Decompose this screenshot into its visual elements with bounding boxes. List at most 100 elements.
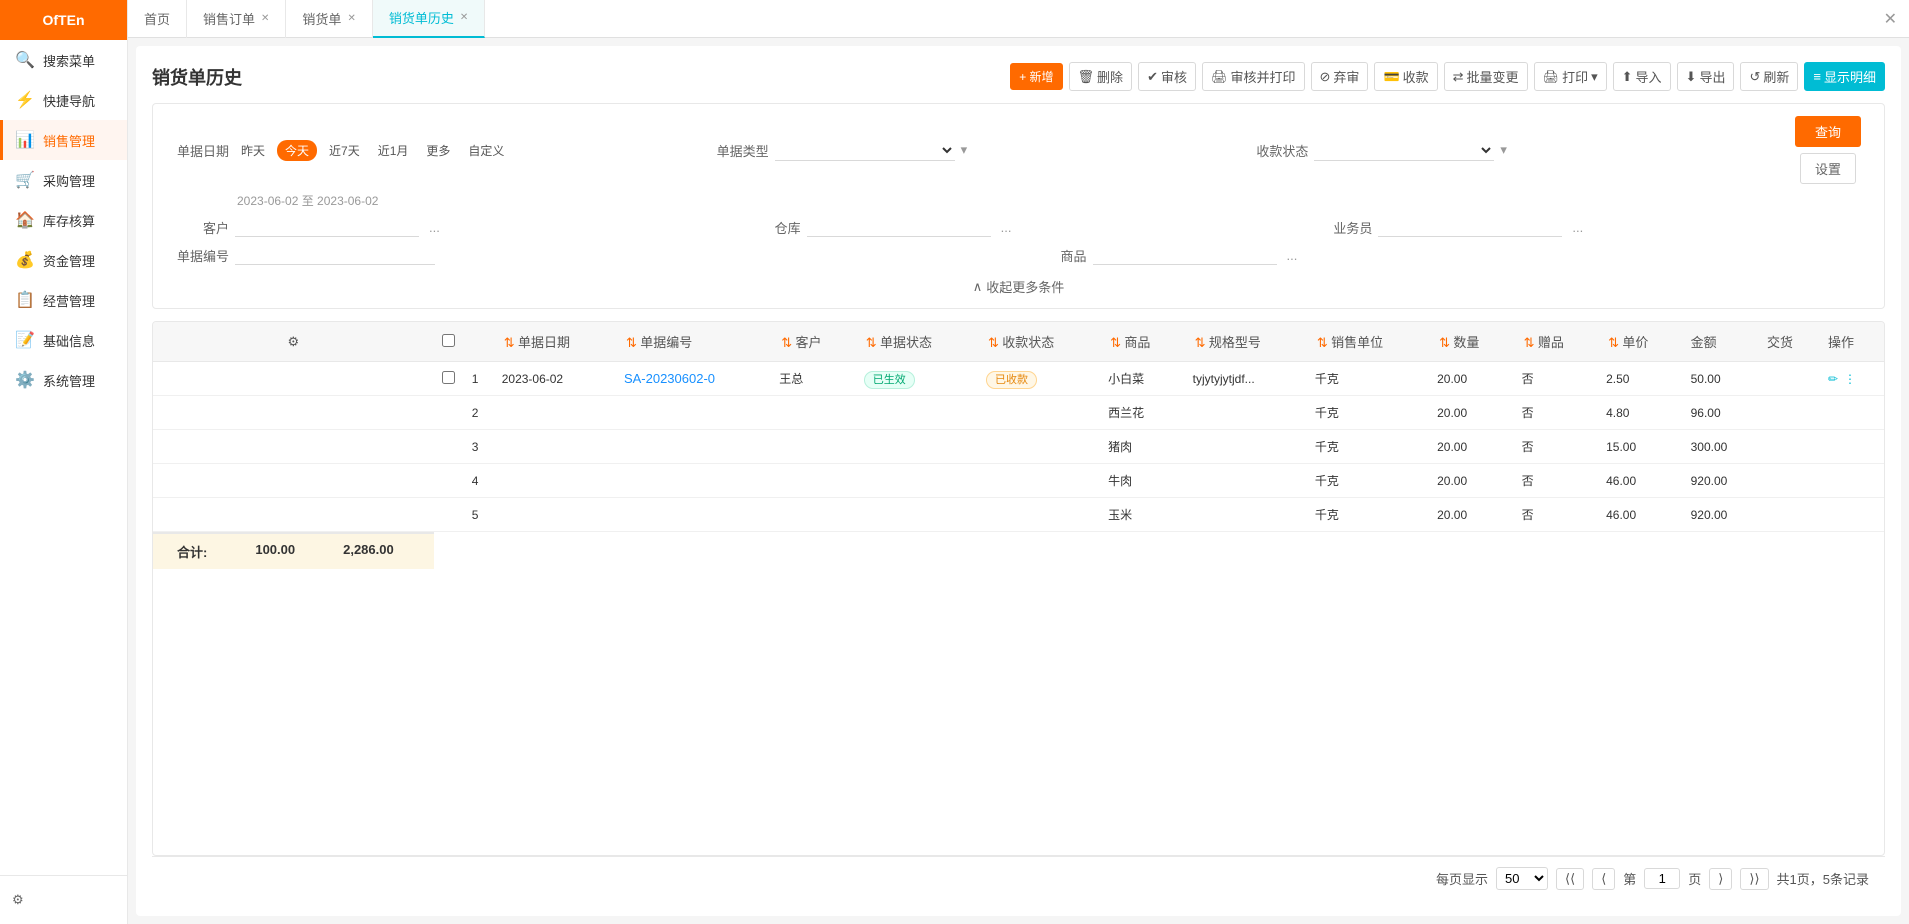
sidebar-item-sales-mgmt[interactable]: 📊 销售管理 [0, 120, 127, 160]
filter-doctype-select[interactable] [775, 139, 955, 161]
table-header-quantity[interactable]: ⇅ 数量 [1429, 322, 1514, 362]
filter-collection-status-select[interactable] [1314, 139, 1494, 161]
pagination-prev-btn[interactable]: ⟨ [1592, 868, 1615, 890]
sidebar-bottom-item-1[interactable]: ⚙ [0, 884, 127, 916]
date-btn-yesterday[interactable]: 昨天 [235, 140, 271, 161]
sidebar-item-quick-nav[interactable]: ⚡ 快捷导航 [0, 80, 127, 120]
table-header-docstatus[interactable]: ⇅ 单据状态 [856, 322, 978, 362]
table-header-rowno [464, 322, 494, 362]
table-header-unit[interactable]: ⇅ 销售单位 [1307, 322, 1429, 362]
sidebar-item-search-menu[interactable]: 🔍 搜索菜单 [0, 40, 127, 80]
pagination-next-btn[interactable]: ⟩ [1709, 868, 1732, 890]
row-docno[interactable]: SA-20230602-0 [616, 362, 771, 396]
page-size-select[interactable]: 50 100 200 [1496, 867, 1548, 890]
row-gear [153, 362, 434, 396]
filter-row-3: 单据编号 商品 ... [169, 245, 1868, 265]
sidebar-item-base-info[interactable]: 📝 基础信息 [0, 320, 127, 360]
filter-warehouse-input[interactable] [807, 217, 991, 237]
date-btn-1month[interactable]: 近1月 [372, 140, 415, 161]
print-button[interactable]: 🖨 打印 ▾ [1534, 62, 1607, 91]
filter-collapse-btn[interactable]: ∧ 收起更多条件 [973, 277, 1065, 296]
sidebar-item-finance-mgmt[interactable]: 💰 资金管理 [0, 240, 127, 280]
row-gear [153, 498, 434, 532]
date-btn-today[interactable]: 今天 [277, 140, 317, 161]
filter-row-1: 单据日期 昨天 今天 近7天 近1月 更多 自定义 单据类型 ▾ [169, 116, 1868, 184]
setting-button[interactable]: 设置 [1800, 153, 1856, 184]
date-btn-more[interactable]: 更多 [420, 140, 456, 161]
edit-action-btn[interactable]: ✏ [1828, 372, 1838, 386]
pagination-last-btn[interactable]: ⟩⟩ [1740, 868, 1768, 890]
table-header-settings[interactable]: ⚙ [153, 322, 434, 362]
filter-salesperson-ellipsis[interactable]: ... [1568, 220, 1587, 235]
refresh-icon: ↺ [1749, 69, 1760, 85]
show-detail-button[interactable]: ≡ 显示明细 [1804, 62, 1885, 91]
table-header-customer[interactable]: ⇅ 客户 [771, 322, 856, 362]
refresh-button[interactable]: ↺ 刷新 [1740, 62, 1798, 91]
filter-date-group: 单据日期 昨天 今天 近7天 近1月 更多 自定义 [169, 140, 693, 161]
table-header-unitprice[interactable]: ⇅ 单价 [1598, 322, 1683, 362]
tab-sales-order[interactable]: 销售订单 ✕ [187, 0, 286, 38]
table-header-docno[interactable]: ⇅ 单据编号 [616, 322, 771, 362]
row-checkbox-cell[interactable] [434, 430, 464, 464]
table-header-date[interactable]: ⇅ 单据日期 [494, 322, 616, 362]
row-checkbox-cell[interactable] [434, 464, 464, 498]
collect-button[interactable]: 💳 收款 [1374, 62, 1437, 91]
table-header-checkbox[interactable] [434, 322, 464, 362]
doc-no-link[interactable]: SA-20230602-0 [624, 371, 715, 386]
row-deal [1759, 498, 1820, 532]
filter-warehouse-ellipsis[interactable]: ... [997, 220, 1016, 235]
row-collection-status: 已收款 [978, 362, 1100, 396]
row-checkbox-cell[interactable] [434, 362, 464, 396]
tab-home[interactable]: 首页 [128, 0, 187, 38]
row-unit: 千克 [1307, 396, 1429, 430]
filter-salesperson-label: 业务员 [1312, 218, 1372, 237]
row-docno[interactable] [616, 498, 771, 532]
tab-sales-order-close[interactable]: ✕ [261, 13, 269, 24]
filter-goods-input[interactable] [1093, 245, 1277, 265]
query-button[interactable]: 查询 [1795, 116, 1861, 147]
tab-sales-delivery[interactable]: 销货单 ✕ [286, 0, 372, 38]
batch-change-button[interactable]: ⇄ 批量变更 [1444, 62, 1528, 91]
sidebar-item-inventory[interactable]: 🏠 库存核算 [0, 200, 127, 240]
filter-docno-input[interactable] [235, 245, 435, 265]
sidebar-item-ops-mgmt[interactable]: 📋 经营管理 [0, 280, 127, 320]
table-select-all-checkbox[interactable] [442, 334, 455, 347]
new-button[interactable]: + 新增 [1010, 63, 1062, 90]
table-header-collectionstatus[interactable]: ⇅ 收款状态 [978, 322, 1100, 362]
page-number-input[interactable] [1644, 868, 1680, 889]
more-action-btn[interactable]: ⋮ [1844, 372, 1856, 386]
filter-customer-ellipsis[interactable]: ... [425, 220, 444, 235]
filter-customer-label: 客户 [169, 218, 229, 237]
row-docno[interactable] [616, 430, 771, 464]
date-btn-7days[interactable]: 近7天 [323, 140, 366, 161]
row-goods: 西兰花 [1100, 396, 1185, 430]
review-print-button[interactable]: 🖨 审核并打印 [1202, 62, 1305, 91]
tab-sales-history-close[interactable]: ✕ [460, 12, 468, 23]
row-checkbox-cell[interactable] [434, 498, 464, 532]
sidebar-item-purchase-mgmt[interactable]: 🛒 采购管理 [0, 160, 127, 200]
filter-customer-input[interactable] [235, 217, 419, 237]
review-button[interactable]: ✔ 审核 [1138, 62, 1196, 91]
table-header-spec[interactable]: ⇅ 规格型号 [1185, 322, 1307, 362]
tab-bar-close-btn[interactable]: ✕ [1880, 9, 1901, 29]
row-docno[interactable] [616, 396, 771, 430]
export-button[interactable]: ⬇ 导出 [1677, 62, 1735, 91]
row-docno[interactable] [616, 464, 771, 498]
table-header-goods[interactable]: ⇅ 商品 [1100, 322, 1185, 362]
row-checkbox-cell[interactable] [434, 396, 464, 430]
import-button[interactable]: ⬆ 导入 [1613, 62, 1671, 91]
sales-mgmt-icon: 📊 [15, 130, 35, 150]
sidebar-item-sys-mgmt[interactable]: ⚙️ 系统管理 [0, 360, 127, 400]
row-checkbox[interactable] [442, 371, 455, 384]
filter-goods-group: 商品 ... [1027, 245, 1869, 265]
abandon-button[interactable]: ⊘ 弃审 [1311, 62, 1369, 91]
date-btn-custom[interactable]: 自定义 [462, 140, 510, 161]
pagination-first-btn[interactable]: ⟨⟨ [1556, 868, 1584, 890]
filter-salesperson-input[interactable] [1378, 217, 1562, 237]
delete-button[interactable]: 🗑 删除 [1069, 62, 1133, 91]
tab-sales-delivery-close[interactable]: ✕ [347, 13, 355, 24]
table-header-gift[interactable]: ⇅ 赠品 [1514, 322, 1599, 362]
tab-sales-history[interactable]: 销货单历史 ✕ [373, 0, 485, 38]
table-settings-icon[interactable]: ⚙ [288, 334, 300, 349]
filter-goods-ellipsis[interactable]: ... [1283, 248, 1302, 263]
